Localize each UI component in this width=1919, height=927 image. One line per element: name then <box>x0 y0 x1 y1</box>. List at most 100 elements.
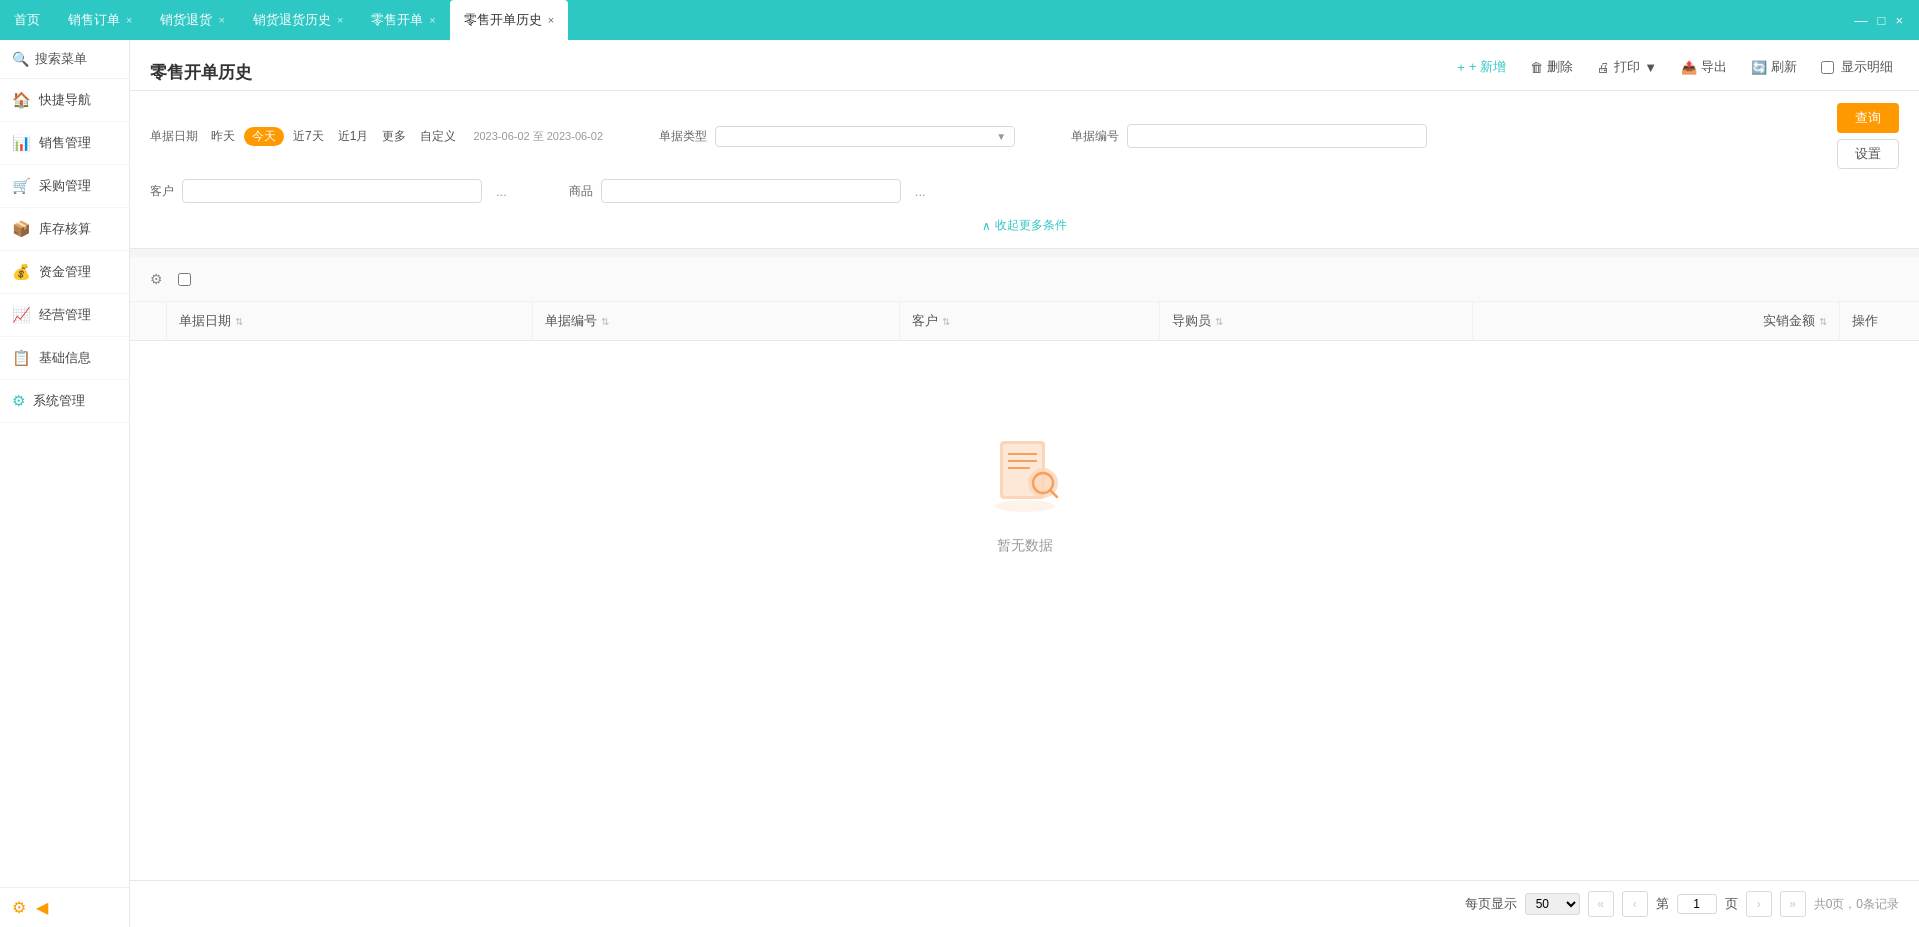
tab-销货退货历史[interactable]: 销货退货历史× <box>239 0 357 40</box>
th-customer-sort-icon[interactable]: ⇅ <box>942 316 950 327</box>
date-btn-today[interactable]: 今天 <box>244 127 284 146</box>
close-btn[interactable]: × <box>1895 13 1903 28</box>
date-btn-7days[interactable]: 近7天 <box>288 127 329 146</box>
goods-filter-input[interactable] <box>601 179 901 203</box>
tab-close-icon[interactable]: × <box>218 14 224 26</box>
th-date-label: 单据日期 <box>179 312 231 330</box>
date-filter-buttons: 昨天 今天 近7天 近1月 更多 自定义 <box>206 127 461 146</box>
sidebar-item-采购管理[interactable]: 🛒采购管理 <box>0 165 129 208</box>
last-page-btn[interactable]: » <box>1780 891 1806 917</box>
sidebar-item-icon: 📋 <box>12 349 31 367</box>
th-actions: 操作 <box>1839 302 1919 341</box>
add-label: + 新增 <box>1469 58 1506 76</box>
delete-label: 删除 <box>1547 58 1573 76</box>
next-page-btn[interactable]: › <box>1746 891 1772 917</box>
refresh-icon: 🔄 <box>1751 60 1767 75</box>
tab-close-icon[interactable]: × <box>429 14 435 26</box>
sidebar-item-icon: 📦 <box>12 220 31 238</box>
sidebar-item-label: 资金管理 <box>39 263 91 281</box>
sidebar-item-icon: 🛒 <box>12 177 31 195</box>
customer-filter-input[interactable] <box>182 179 482 203</box>
page-size-select[interactable]: 10 20 50 100 <box>1525 893 1580 915</box>
type-filter-select[interactable]: ▼ <box>715 126 1015 147</box>
print-dropdown-icon: ▼ <box>1644 60 1657 75</box>
table-header-row: 单据日期 ⇅ 单据编号 ⇅ 客户 <box>130 302 1919 341</box>
sidebar-item-资金管理[interactable]: 💰 资金管理 <box>0 251 129 294</box>
refresh-button[interactable]: 🔄 刷新 <box>1745 54 1803 80</box>
sidebar-search[interactable]: 🔍 搜索菜单 <box>0 40 129 79</box>
print-label: 打印 <box>1614 58 1640 76</box>
print-button[interactable]: 🖨 打印 ▼ <box>1591 54 1663 80</box>
th-checkbox <box>130 302 166 341</box>
sidebar-item-销售管理[interactable]: 📊销售管理 <box>0 122 129 165</box>
tab-零售开单[interactable]: 零售开单× <box>357 0 449 40</box>
tab-close-icon[interactable]: × <box>126 14 132 26</box>
maximize-btn[interactable]: □ <box>1878 13 1886 28</box>
page-input[interactable] <box>1677 894 1717 914</box>
delete-button[interactable]: 🗑 删除 <box>1524 54 1579 80</box>
export-label: 导出 <box>1701 58 1727 76</box>
goods-filter-dots[interactable]: ... <box>909 184 932 199</box>
tab-close-icon[interactable]: × <box>337 14 343 26</box>
number-filter-input[interactable] <box>1127 124 1427 148</box>
tab-list: 首页销售订单×销货退货×销货退货历史×零售开单×零售开单历史× <box>0 0 1855 40</box>
sidebar-item-系统管理[interactable]: ⚙系统管理 <box>0 380 129 423</box>
minimize-btn[interactable]: — <box>1855 13 1868 28</box>
date-btn-yesterday[interactable]: 昨天 <box>206 127 240 146</box>
refresh-label: 刷新 <box>1771 58 1797 76</box>
number-filter-label: 单据编号 <box>1071 128 1119 145</box>
sidebar-item-icon: 🏠 <box>12 91 31 109</box>
top-bar: 首页销售订单×销货退货×销货退货历史×零售开单×零售开单历史× — □ × <box>0 0 1919 40</box>
th-date-sort-icon[interactable]: ⇅ <box>235 316 243 327</box>
sidebar-item-库存核算[interactable]: 📦 库存核算 <box>0 208 129 251</box>
sidebar-item-快捷导航[interactable]: 🏠快捷导航 <box>0 79 129 122</box>
th-number-sort-icon[interactable]: ⇅ <box>601 316 609 327</box>
filter-area: 单据日期 昨天 今天 近7天 近1月 更多 自定义 2023-06-02 至 2… <box>130 91 1919 249</box>
tab-销货退货[interactable]: 销货退货× <box>146 0 238 40</box>
table-column-settings-icon[interactable]: ⚙ <box>142 265 170 293</box>
th-guide-sort-icon[interactable]: ⇅ <box>1215 316 1223 327</box>
query-button[interactable]: 查询 <box>1837 103 1899 133</box>
date-btn-1month[interactable]: 近1月 <box>333 127 374 146</box>
sidebar-item-label: 基础信息 <box>39 349 91 367</box>
settings-icon[interactable]: ⚙ <box>12 898 26 917</box>
goods-filter-label: 商品 <box>569 183 593 200</box>
tab-close-icon[interactable]: × <box>548 14 554 26</box>
empty-state: 暂无数据 <box>130 341 1919 595</box>
tab-零售开单历史[interactable]: 零售开单历史× <box>450 0 568 40</box>
export-button[interactable]: 📤 导出 <box>1675 54 1733 80</box>
page-size-label: 每页显示 <box>1465 895 1517 913</box>
customer-filter-label: 客户 <box>150 183 174 200</box>
customer-filter-dots[interactable]: ... <box>490 184 513 199</box>
sidebar: 🔍 搜索菜单 🏠快捷导航📊销售管理🛒采购管理 📦 库存核算 💰 资金管理 📈经营管理 📋 基础… <box>0 40 130 927</box>
th-number: 单据编号 ⇅ <box>533 302 900 341</box>
setting-button[interactable]: 设置 <box>1837 139 1899 169</box>
tab-销售订单[interactable]: 销售订单× <box>54 0 146 40</box>
display-detail-button[interactable]: 显示明细 <box>1815 54 1899 80</box>
toolbar: + + 新增 🗑 删除 🖨 打印 ▼ 📤 导出 🔄 <box>1451 54 1899 90</box>
display-detail-checkbox[interactable] <box>1821 61 1834 74</box>
sidebar-bottom: ⚙ ◀ <box>0 887 129 927</box>
sidebar-item-icon: ⚙ <box>12 392 25 410</box>
collapse-sidebar-icon[interactable]: ◀ <box>36 898 48 917</box>
page-title: 零售开单历史 <box>150 61 252 84</box>
collapse-arrow-icon: ∧ <box>982 219 991 233</box>
sidebar-search-label: 搜索菜单 <box>35 50 87 68</box>
add-button[interactable]: + + 新增 <box>1451 54 1512 80</box>
tab-首页[interactable]: 首页 <box>0 0 54 40</box>
th-number-label: 单据编号 <box>545 312 597 330</box>
first-page-btn[interactable]: « <box>1588 891 1614 917</box>
empty-state-text: 暂无数据 <box>997 537 1053 555</box>
prev-page-btn[interactable]: ‹ <box>1622 891 1648 917</box>
sidebar-item-经营管理[interactable]: 📈经营管理 <box>0 294 129 337</box>
select-all-checkbox[interactable] <box>178 273 191 286</box>
sidebar-item-icon: 💰 <box>12 263 31 281</box>
date-btn-more[interactable]: 更多 <box>377 127 411 146</box>
collapse-filter-button[interactable]: ∧ 收起更多条件 <box>150 213 1899 240</box>
page-header: 零售开单历史 + + 新增 🗑 删除 🖨 打印 ▼ 📤 导出 <box>130 40 1919 91</box>
th-amount-sort-icon[interactable]: ⇅ <box>1819 316 1827 327</box>
type-filter-label: 单据类型 <box>659 128 707 145</box>
sidebar-item-label: 库存核算 <box>39 220 91 238</box>
date-btn-custom[interactable]: 自定义 <box>415 127 461 146</box>
sidebar-item-基础信息[interactable]: 📋 基础信息 <box>0 337 129 380</box>
